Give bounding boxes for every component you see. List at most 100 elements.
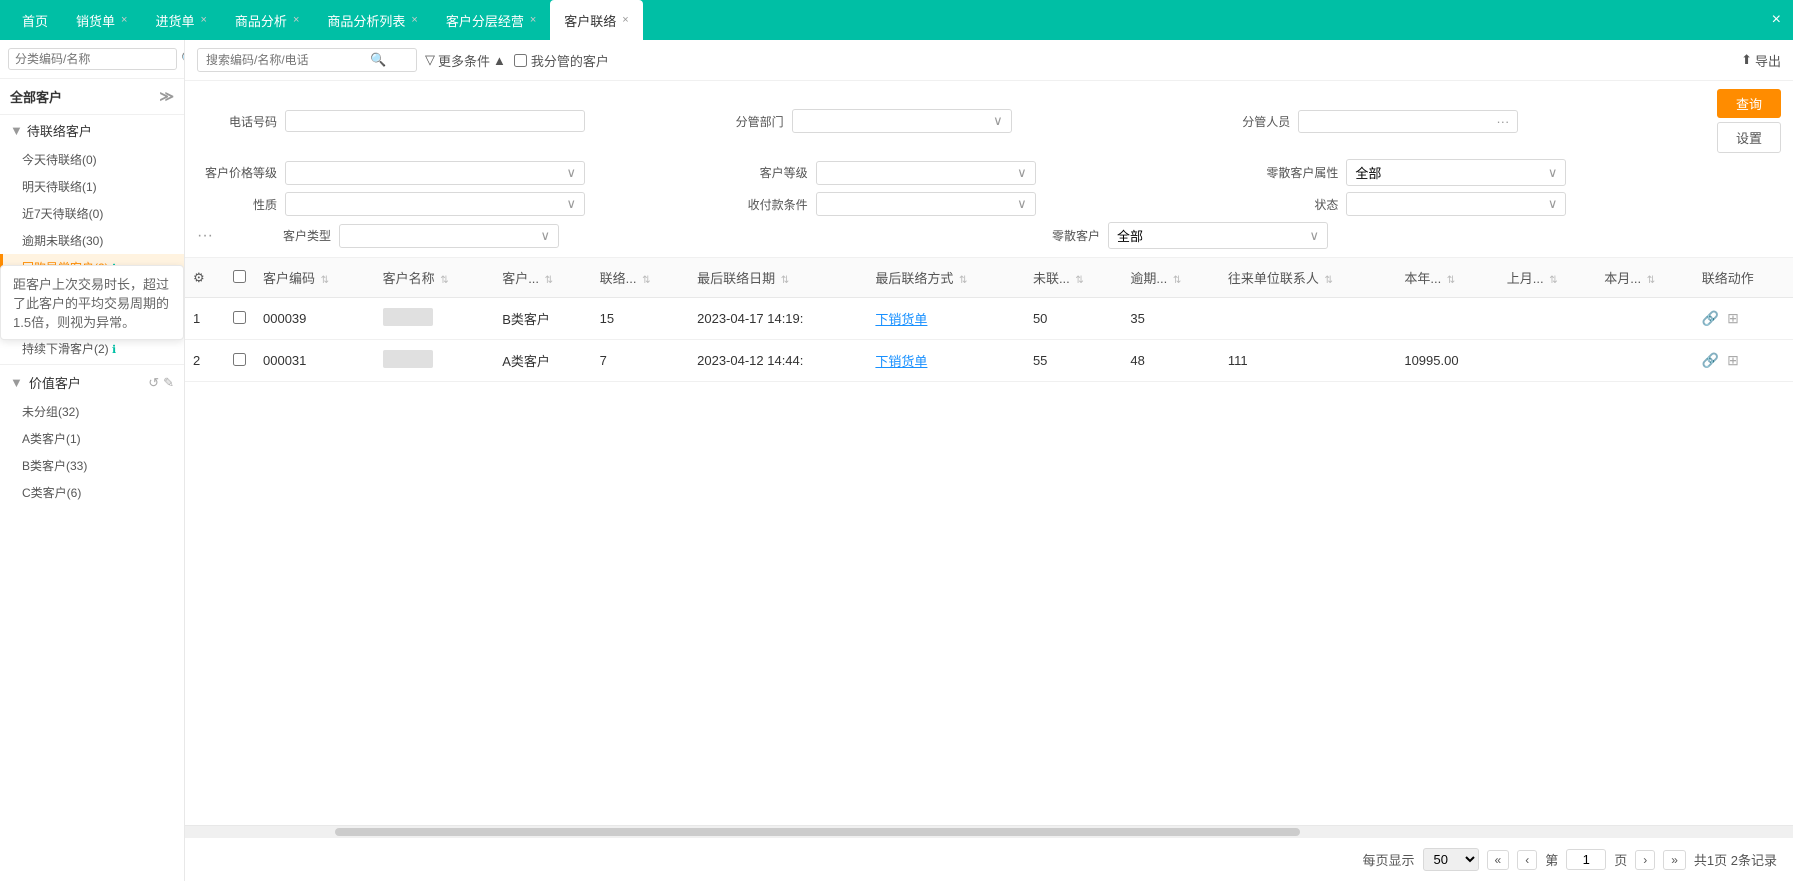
all-customers-header[interactable]: 全部客户 ≫ <box>0 79 184 115</box>
sort-contact-icon[interactable]: ⇅ <box>642 275 650 286</box>
settings-button[interactable]: 设置 <box>1717 122 1781 153</box>
close-sales-icon[interactable]: × <box>121 14 127 26</box>
nav-tab-analysis[interactable]: 商品分析 × <box>221 0 313 40</box>
value-customer-group[interactable]: ▼ 价值客户 ↺ ✎ <box>0 367 184 398</box>
left-sidebar: 🔍 全部客户 ≫ ▼ 待联络客户 今天待联络(0) 明天待联络(1) 近7天待联… <box>0 40 185 881</box>
dept-select[interactable]: ∨ <box>792 109 1012 133</box>
last-page-button[interactable]: » <box>1663 850 1686 870</box>
row2-last-method[interactable]: 下销货单 <box>867 340 1025 382</box>
row1-check[interactable] <box>233 311 246 324</box>
nav-tab-analysis-list[interactable]: 商品分析列表 × <box>313 0 431 40</box>
row1-last-method[interactable]: 下销货单 <box>867 298 1025 340</box>
scrollbar-thumb[interactable] <box>335 828 1300 836</box>
staff-select[interactable]: ··· <box>1298 110 1518 133</box>
pending-contact-group[interactable]: ▼ 待联络客户 <box>0 115 184 146</box>
zero2-down-icon: ∨ <box>1309 228 1319 244</box>
filter-search-input[interactable] <box>206 53 366 67</box>
row2-name[interactable] <box>375 340 495 382</box>
pay-select[interactable]: ∨ <box>816 192 1036 216</box>
sort-overdue-icon[interactable]: ⇅ <box>1173 275 1181 286</box>
my-customers-check[interactable] <box>514 54 527 67</box>
all-customers-label: 全部客户 <box>10 87 62 106</box>
first-page-button[interactable]: « <box>1487 850 1510 870</box>
staff-down-icon: ··· <box>1496 114 1509 129</box>
col-checkbox[interactable] <box>225 258 255 298</box>
more-conditions-button[interactable]: ▽ 更多条件 ▲ <box>425 51 506 70</box>
phone-input[interactable] <box>285 110 585 132</box>
gender-select[interactable]: ∨ <box>285 192 585 216</box>
sort-last-method-icon[interactable]: ⇅ <box>959 275 967 286</box>
sort-name-icon[interactable]: ⇅ <box>440 275 448 286</box>
nav-tab-sales[interactable]: 销货单 × <box>62 0 141 40</box>
nav-tab-purchase[interactable]: 进货单 × <box>141 0 220 40</box>
type-down-icon: ∨ <box>540 228 550 244</box>
sort-last-date-icon[interactable]: ⇅ <box>781 275 789 286</box>
col-settings[interactable]: ⚙ <box>185 258 225 298</box>
advanced-filter: 电话号码 分管部门 ∨ 分管人员 ··· <box>185 81 1793 258</box>
sort-level-icon[interactable]: ⇅ <box>545 275 553 286</box>
sidebar-search-icon[interactable]: 🔍 <box>181 51 185 67</box>
row2-more-icon[interactable]: ⊞ <box>1727 352 1739 369</box>
select-all-checkbox[interactable] <box>233 270 246 283</box>
row2-last-month <box>1499 340 1596 382</box>
price-select[interactable]: ∨ <box>285 161 585 185</box>
sidebar-search-input[interactable] <box>8 48 177 70</box>
row2-link-icon[interactable]: 🔗 <box>1702 352 1719 369</box>
close-all-button[interactable]: × <box>1772 11 1781 29</box>
sidebar-item-c-class[interactable]: C类客户(6) <box>0 479 184 506</box>
close-analysis-list-icon[interactable]: × <box>411 14 417 26</box>
page-input[interactable] <box>1566 849 1606 870</box>
col-level: 客户... ⇅ <box>494 258 591 298</box>
sort-code-icon[interactable]: ⇅ <box>321 275 329 286</box>
status-select[interactable]: ∨ <box>1346 192 1566 216</box>
sort-this-month-icon[interactable]: ⇅ <box>1647 275 1655 286</box>
query-button[interactable]: 查询 <box>1717 89 1781 118</box>
pending-contact-arrow: ▼ <box>10 123 23 138</box>
nav-tab-customer-contact[interactable]: 客户联络 × <box>550 0 642 40</box>
sidebar-item-b-class[interactable]: B类客户(33) <box>0 452 184 479</box>
row1-more-icon[interactable]: ⊞ <box>1727 310 1739 327</box>
sidebar-item-ungrouped[interactable]: 未分组(32) <box>0 398 184 425</box>
collapse-sidebar-icon[interactable]: ≫ <box>159 88 174 105</box>
zero-select[interactable]: 全部 ∨ <box>1346 159 1566 186</box>
sort-unit-icon[interactable]: ⇅ <box>1325 275 1333 286</box>
refresh-icon[interactable]: ↺ <box>148 375 159 391</box>
col-actions: 联络动作 <box>1694 258 1793 298</box>
filter-group-price: 客户价格等级 ∨ <box>197 161 720 185</box>
export-button[interactable]: ⬆ 导出 <box>1741 51 1781 70</box>
gender-down-icon: ∨ <box>566 196 576 212</box>
filter-search-icon[interactable]: 🔍 <box>370 52 386 68</box>
nav-tab-customer-layer[interactable]: 客户分层经营 × <box>432 0 550 40</box>
prev-page-button[interactable]: ‹ <box>1517 850 1537 870</box>
row2-checkbox[interactable] <box>225 340 255 382</box>
edit-icon[interactable]: ✎ <box>163 375 174 391</box>
close-analysis-icon[interactable]: × <box>293 14 299 26</box>
row1-seq: 1 <box>185 298 225 340</box>
row1-checkbox[interactable] <box>225 298 255 340</box>
sort-this-year-icon[interactable]: ⇅ <box>1447 275 1455 286</box>
sort-last-month-icon[interactable]: ⇅ <box>1549 275 1557 286</box>
sidebar-item-7days[interactable]: 近7天待联络(0) <box>0 200 184 227</box>
per-page-select[interactable]: 50 10 20 100 <box>1423 848 1479 871</box>
type-select[interactable]: ∨ <box>339 224 559 248</box>
sidebar-item-overdue[interactable]: 逾期未联络(30) <box>0 227 184 254</box>
row2-check[interactable] <box>233 353 246 366</box>
close-purchase-icon[interactable]: × <box>200 14 206 26</box>
sort-unlink-icon[interactable]: ⇅ <box>1075 275 1083 286</box>
sidebar-item-a-class[interactable]: A类客户(1) <box>0 425 184 452</box>
filter-group-phone: 电话号码 <box>197 110 696 132</box>
close-customer-contact-icon[interactable]: × <box>622 14 628 26</box>
close-customer-layer-icon[interactable]: × <box>530 14 536 26</box>
table-row: 2 000031 A类客户 7 2023-04-12 14:44: 下销货单 5… <box>185 340 1793 382</box>
row1-link-icon[interactable]: 🔗 <box>1702 310 1719 327</box>
sidebar-item-tomorrow[interactable]: 明天待联络(1) <box>0 173 184 200</box>
zero2-select[interactable]: 全部 ∨ <box>1108 222 1328 249</box>
row1-name[interactable] <box>375 298 495 340</box>
nav-tab-home[interactable]: 首页 <box>8 0 62 40</box>
level-select[interactable]: ∨ <box>816 161 1036 185</box>
row1-this-year <box>1396 298 1498 340</box>
sidebar-item-today[interactable]: 今天待联络(0) <box>0 146 184 173</box>
next-page-button[interactable]: › <box>1635 850 1655 870</box>
more-dots-left[interactable]: ··· <box>197 227 213 245</box>
horizontal-scrollbar[interactable] <box>185 825 1793 837</box>
